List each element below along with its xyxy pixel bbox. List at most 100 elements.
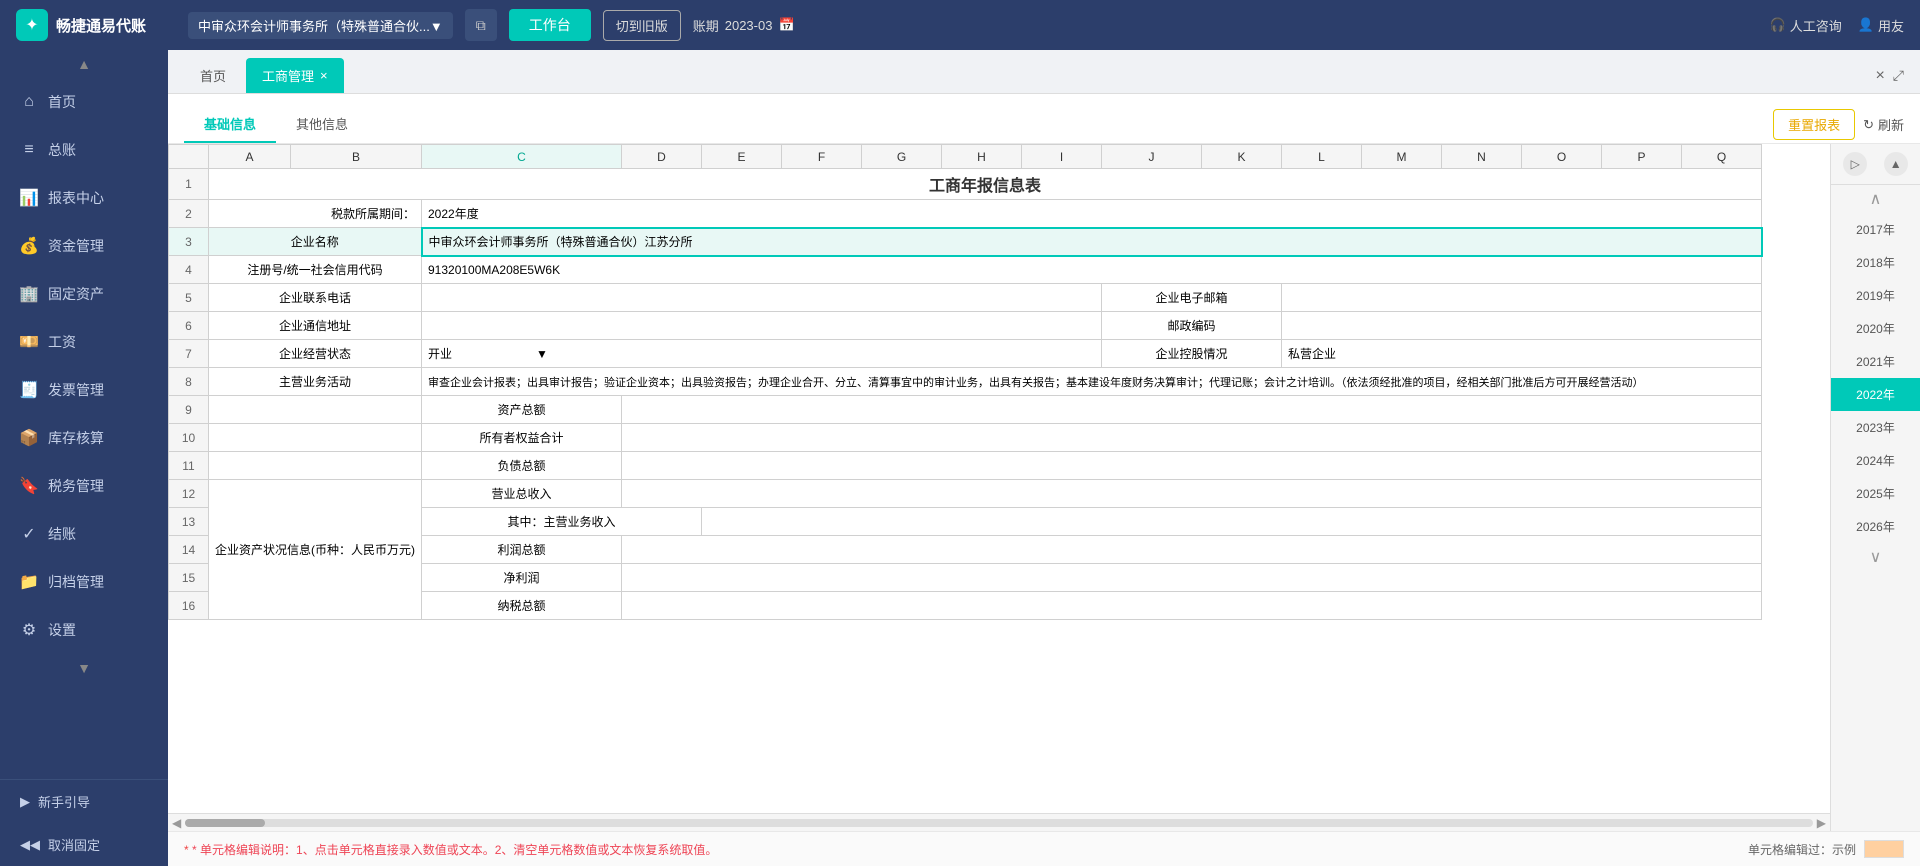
hscroll-thumb[interactable] [185, 819, 265, 827]
company-value-cell[interactable]: 中审众环会计师事务所（特殊普通合伙）江苏分所 [422, 228, 1762, 256]
year-expand-button[interactable]: ▲ [1884, 152, 1908, 176]
col-header-q[interactable]: Q [1682, 145, 1762, 169]
reset-report-button[interactable]: 重置报表 [1773, 109, 1855, 140]
new-guide-button[interactable]: ▶ 新手引导 [0, 780, 168, 823]
hscroll-right-arrow[interactable]: ▶ [1817, 816, 1826, 830]
holding-value[interactable]: 私营企业 [1282, 340, 1762, 368]
sidebar-item-payroll[interactable]: 💴 工资 [0, 318, 168, 366]
year-item[interactable]: 2017年 [1831, 213, 1920, 246]
col-header-k[interactable]: K [1202, 145, 1282, 169]
net-profit-value[interactable] [622, 564, 1762, 592]
old-version-button[interactable]: 切到旧版 [603, 10, 681, 41]
liab-value[interactable] [622, 452, 1762, 480]
period-value-cell[interactable]: 2022年度 [422, 200, 1762, 228]
sidebar-item-reports[interactable]: 📊 报表中心 [0, 174, 168, 222]
tab-close-icon[interactable]: × [320, 68, 328, 83]
sidebar-item-inventory[interactable]: 📦 库存核算 [0, 414, 168, 462]
window-close-icon[interactable]: × [1875, 67, 1884, 85]
year-item[interactable]: 2024年 [1831, 444, 1920, 477]
tab-business[interactable]: 工商管理 × [246, 58, 344, 93]
tax-total-value[interactable] [622, 592, 1762, 620]
row-num-11: 11 [169, 452, 209, 480]
year-item[interactable]: 2025年 [1831, 477, 1920, 510]
col-header-h[interactable]: H [942, 145, 1022, 169]
year-nav-up[interactable]: ∧ [1831, 185, 1920, 213]
sidebar-scroll-up[interactable]: ▲ [0, 50, 168, 78]
horizontal-scrollbar[interactable]: ◀ ▶ [168, 813, 1830, 831]
year-item[interactable]: 2018年 [1831, 246, 1920, 279]
postal-label-cell: 邮政编码 [1102, 312, 1282, 340]
user-profile[interactable]: 👤 用友 [1858, 16, 1904, 35]
total-assets-value[interactable] [622, 396, 1762, 424]
row-num-1: 1 [169, 169, 209, 200]
sidebar-item-settings[interactable]: ⚙ 设置 [0, 606, 168, 654]
regcode-value-cell[interactable]: 91320100MA208E5W6K [422, 256, 1762, 284]
equity-value[interactable] [622, 424, 1762, 452]
spreadsheet-scroll[interactable]: A B C D E F G H I J [168, 144, 1830, 813]
subtab-other[interactable]: 其他信息 [276, 106, 368, 143]
year-item[interactable]: 2026年 [1831, 510, 1920, 543]
col-header-n[interactable]: N [1442, 145, 1522, 169]
company-selector[interactable]: 中审众环会计师事务所（特殊普通合伙...▼ [188, 12, 453, 39]
sidebar-item-home[interactable]: ⌂ 首页 [0, 78, 168, 126]
col-header-c[interactable]: C [422, 145, 622, 169]
year-item[interactable]: 2021年 [1831, 345, 1920, 378]
year-item[interactable]: 2023年 [1831, 411, 1920, 444]
workbench-button[interactable]: 工作台 [509, 9, 591, 41]
address-value-cell[interactable] [422, 312, 1102, 340]
year-collapse-button[interactable]: ▷ [1843, 152, 1867, 176]
profit-value[interactable] [622, 536, 1762, 564]
col-header-a[interactable]: A [209, 145, 291, 169]
sidebar-bottom: ▶ 新手引导 ◀◀ 取消固定 [0, 779, 168, 866]
title-cell[interactable]: 工商年报信息表 [209, 169, 1762, 200]
biz-status-label: 企业经营状态 [209, 340, 422, 368]
postal-value-cell[interactable] [1282, 312, 1762, 340]
year-nav-down[interactable]: ∨ [1831, 543, 1920, 571]
window-expand-icon[interactable]: ⤢ [1893, 67, 1904, 84]
row-num-10: 10 [169, 424, 209, 452]
main-revenue-label: 其中：主营业务收入 [422, 508, 702, 536]
unpin-button[interactable]: ◀◀ 取消固定 [0, 823, 168, 866]
biz-status-value[interactable]: 开业 ▼ [422, 340, 1102, 368]
col-header-e[interactable]: E [702, 145, 782, 169]
col-header-j[interactable]: J [1102, 145, 1202, 169]
col-header-b[interactable]: B [290, 145, 421, 169]
year-item[interactable]: 2022年 [1831, 378, 1920, 411]
col-header-g[interactable]: G [862, 145, 942, 169]
sidebar-item-close[interactable]: ✓ 结账 [0, 510, 168, 558]
year-item[interactable]: 2019年 [1831, 279, 1920, 312]
hscroll-track[interactable] [185, 819, 1813, 827]
phone-value-cell[interactable] [422, 284, 1102, 312]
sidebar-down-arrow[interactable]: ▼ [75, 658, 93, 678]
sidebar-label-tax: 税务管理 [48, 476, 104, 496]
sidebar-item-tax[interactable]: 🔖 税务管理 [0, 462, 168, 510]
calendar-icon[interactable]: 📅 [778, 17, 794, 33]
copy-button[interactable]: ⧉ [465, 9, 497, 41]
revenue-value[interactable] [622, 480, 1762, 508]
sidebar-item-assets[interactable]: 🏢 固定资产 [0, 270, 168, 318]
equity-label: 所有者权益合计 [422, 424, 622, 452]
main-biz-value[interactable]: 审查企业会计报表；出具审计报告；验证企业资本；出具验资报告；办理企业合开、分立、… [422, 368, 1762, 396]
sidebar-item-ledger[interactable]: ≡ 总账 [0, 126, 168, 174]
sidebar-item-funds[interactable]: 💰 资金管理 [0, 222, 168, 270]
row-num-12: 12 [169, 480, 209, 508]
sidebar-item-invoice[interactable]: 🧾 发票管理 [0, 366, 168, 414]
col-header-f[interactable]: F [782, 145, 862, 169]
hscroll-left-arrow[interactable]: ◀ [172, 816, 181, 830]
email-value-cell[interactable] [1282, 284, 1762, 312]
col-header-d[interactable]: D [622, 145, 702, 169]
col-header-o[interactable]: O [1522, 145, 1602, 169]
sidebar-item-archive[interactable]: 📁 归档管理 [0, 558, 168, 606]
main-revenue-value[interactable] [702, 508, 1762, 536]
col-header-l[interactable]: L [1282, 145, 1362, 169]
subtab-basic[interactable]: 基础信息 [184, 106, 276, 143]
tab-home[interactable]: 首页 [184, 58, 242, 93]
col-header-p[interactable]: P [1602, 145, 1682, 169]
sidebar-scroll-down[interactable]: ▼ [0, 654, 168, 682]
refresh-button[interactable]: ↻ 刷新 [1863, 115, 1904, 134]
col-header-i[interactable]: I [1022, 145, 1102, 169]
col-header-m[interactable]: M [1362, 145, 1442, 169]
sidebar-up-arrow[interactable]: ▲ [75, 54, 93, 74]
year-item[interactable]: 2020年 [1831, 312, 1920, 345]
user-service[interactable]: 🎧 人工咨询 [1770, 16, 1842, 35]
